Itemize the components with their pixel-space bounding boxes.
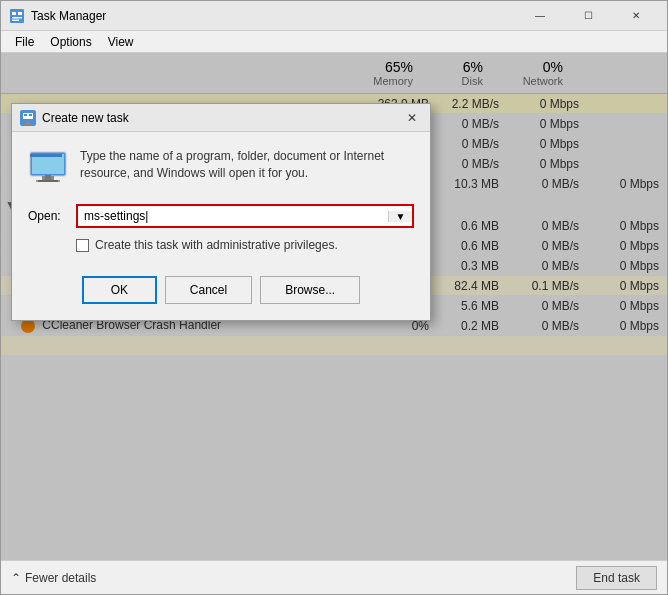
svg-rect-1 — [12, 12, 16, 15]
open-input-wrapper: ▼ — [76, 204, 414, 228]
admin-privileges-checkbox[interactable] — [76, 239, 89, 252]
ok-button[interactable]: OK — [82, 276, 157, 304]
computer-icon — [28, 148, 68, 188]
menu-file[interactable]: File — [7, 33, 42, 51]
dialog-open-row: Open: ▼ — [28, 204, 414, 228]
maximize-button[interactable]: ☐ — [565, 1, 611, 31]
svg-rect-4 — [12, 19, 19, 21]
open-dropdown-button[interactable]: ▼ — [388, 211, 412, 222]
menu-options[interactable]: Options — [42, 33, 99, 51]
dialog-buttons: OK Cancel Browse... — [28, 268, 414, 304]
dialog-info-row: Type the name of a program, folder, docu… — [28, 148, 414, 188]
svg-rect-2 — [18, 12, 22, 15]
create-task-dialog: Create new task ✕ — [11, 103, 431, 321]
browse-button[interactable]: Browse... — [260, 276, 360, 304]
menu-bar: File Options View — [1, 31, 667, 53]
menu-view[interactable]: View — [100, 33, 142, 51]
window-title: Task Manager — [31, 9, 517, 23]
fewer-details-button[interactable]: ⌃ Fewer details — [11, 571, 96, 585]
main-content: 65% Memory 6% Disk 0% Network 363.9 MB 2… — [1, 53, 667, 560]
dialog-title-icon — [20, 110, 36, 126]
cancel-button[interactable]: Cancel — [165, 276, 252, 304]
dialog-title-bar: Create new task ✕ — [12, 104, 430, 132]
title-bar: Task Manager — ☐ ✕ — [1, 1, 667, 31]
dialog-overlay: Create new task ✕ — [1, 53, 667, 560]
svg-rect-7 — [24, 114, 27, 116]
open-label: Open: — [28, 209, 68, 223]
window-controls: — ☐ ✕ — [517, 1, 659, 31]
end-task-button[interactable]: End task — [576, 566, 657, 590]
open-input[interactable] — [78, 206, 388, 226]
close-button[interactable]: ✕ — [613, 1, 659, 31]
svg-rect-10 — [24, 123, 32, 125]
dialog-title-text: Create new task — [42, 111, 402, 125]
dialog-body: Type the name of a program, folder, docu… — [12, 132, 430, 320]
dialog-description: Type the name of a program, folder, docu… — [80, 148, 414, 182]
svg-rect-17 — [38, 180, 58, 182]
task-manager-icon — [9, 8, 25, 24]
dialog-checkbox-row: Create this task with administrative pri… — [76, 238, 414, 252]
fewer-details-label: Fewer details — [25, 571, 96, 585]
checkbox-label: Create this task with administrative pri… — [95, 238, 338, 252]
status-bar: ⌃ Fewer details End task — [1, 560, 667, 594]
chevron-up-icon: ⌃ — [11, 571, 21, 585]
minimize-button[interactable]: — — [517, 1, 563, 31]
svg-rect-13 — [30, 154, 62, 157]
svg-rect-16 — [45, 175, 51, 180]
svg-rect-8 — [29, 114, 32, 116]
dialog-close-button[interactable]: ✕ — [402, 108, 422, 128]
svg-rect-3 — [12, 17, 22, 19]
task-manager-window: Task Manager — ☐ ✕ File Options View 65%… — [0, 0, 668, 595]
